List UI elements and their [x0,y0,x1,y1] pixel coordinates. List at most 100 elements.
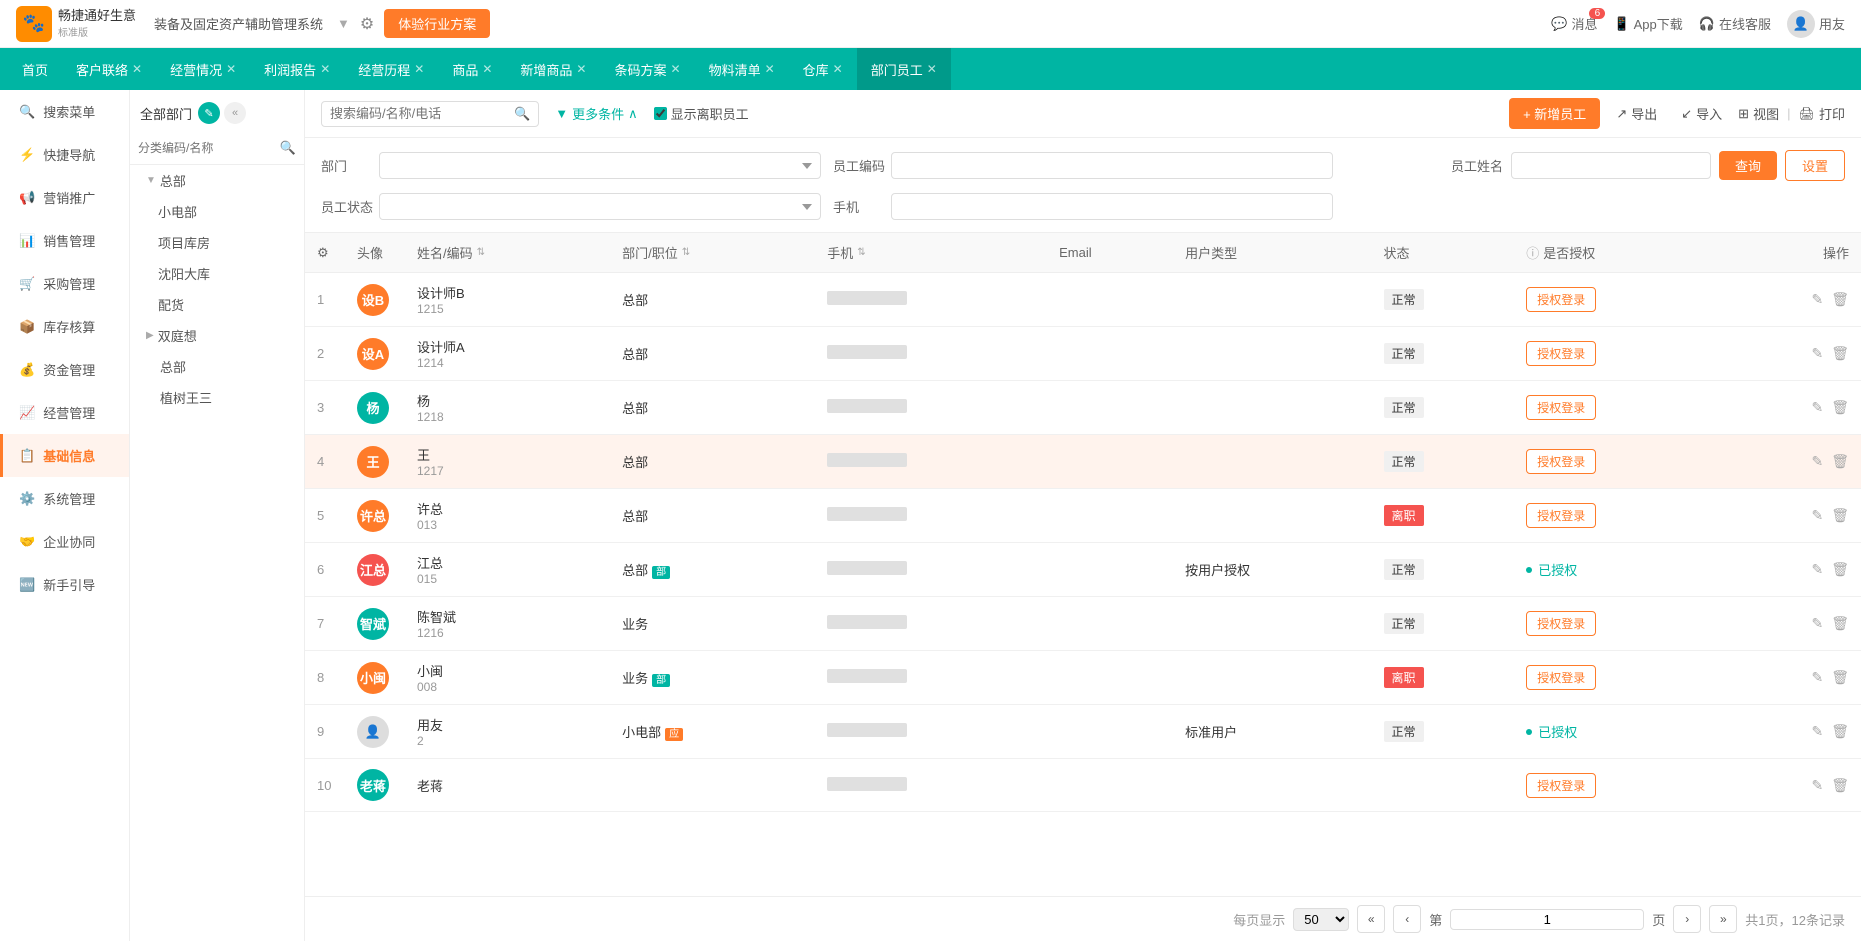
auth-login-button[interactable]: 授权登录 [1526,395,1596,420]
edit-button[interactable]: ✎ [1811,507,1823,524]
export-button[interactable]: ↗ 导出 [1608,100,1665,127]
nav-close-icon[interactable]: ✕ [671,62,681,76]
nav-item-home[interactable]: 首页 [8,48,62,90]
auth-login-button[interactable]: 授权登录 [1526,287,1596,312]
page-size-select[interactable]: 50 20 100 [1293,908,1349,931]
add-employee-button[interactable]: + 新增员工 [1509,98,1600,129]
delete-button[interactable]: 🗑 [1831,507,1849,524]
left-nav-basic-info[interactable]: 📋 基础信息 [0,434,129,477]
online-service-button[interactable]: 🎧 在线客服 [1699,14,1771,33]
edit-button[interactable]: ✎ [1811,615,1823,632]
delete-button[interactable]: 🗑 [1831,615,1849,632]
edit-button[interactable]: ✎ [1811,345,1823,362]
nav-close-icon[interactable]: ✕ [765,62,775,76]
edit-button[interactable]: ✎ [1811,399,1823,416]
nav-item-warehouse[interactable]: 仓库✕ [789,48,857,90]
filter-empname-input[interactable] [1511,152,1711,179]
edit-button[interactable]: ✎ [1811,453,1823,470]
trial-button[interactable]: 体验行业方案 [384,9,490,38]
dept-collapse-button[interactable]: « [224,102,246,124]
nav-close-icon[interactable]: ✕ [833,62,843,76]
nav-item-staff[interactable]: 部门员工✕ [857,48,951,90]
filter-status-select[interactable] [379,193,821,220]
dept-group-shuangting[interactable]: ▶ 双庭想 [130,320,304,351]
nav-item-goods[interactable]: 商品✕ [438,48,506,90]
nav-close-icon[interactable]: ✕ [132,62,142,76]
nav-close-icon[interactable]: ✕ [482,62,492,76]
nav-item-operation[interactable]: 经营情况✕ [156,48,250,90]
show-left-checkbox[interactable] [654,107,667,120]
edit-button[interactable]: ✎ [1811,669,1823,686]
auth-login-button[interactable]: 授权登录 [1526,341,1596,366]
delete-button[interactable]: 🗑 [1831,777,1849,794]
page-number-input[interactable] [1450,909,1644,930]
left-nav-search[interactable]: 🔍 搜索菜单 [0,90,129,133]
dept-group-zhishu[interactable]: 植树王三 [130,382,304,413]
delete-button[interactable]: 🗑 [1831,345,1849,362]
edit-button[interactable]: ✎ [1811,723,1823,740]
left-nav-system[interactable]: ⚙️ 系统管理 [0,477,129,520]
auth-login-button[interactable]: 授权登录 [1526,665,1596,690]
nav-item-customer[interactable]: 客户联络✕ [62,48,156,90]
filter-empcode-input[interactable] [891,152,1333,179]
delete-button[interactable]: 🗑 [1831,561,1849,578]
col-name[interactable]: 姓名/编码⇅ [405,233,610,273]
print-button[interactable]: 🖨 打印 [1798,104,1845,123]
col-phone[interactable]: 手机⇅ [815,233,1047,273]
left-nav-shortcut[interactable]: ⚡ 快捷导航 [0,133,129,176]
left-nav-finance[interactable]: 💰 资金管理 [0,348,129,391]
auth-login-button[interactable]: 授权登录 [1526,773,1596,798]
nav-item-history[interactable]: 经营历程✕ [344,48,438,90]
nav-close-icon[interactable]: ✕ [226,62,236,76]
dept-item-xiaodian[interactable]: 小电部 [142,196,304,227]
dept-item-shenyang[interactable]: 沈阳大库 [142,258,304,289]
nav-close-icon[interactable]: ✕ [576,62,586,76]
delete-button[interactable]: 🗑 [1831,723,1849,740]
nav-item-bom[interactable]: 物料清单✕ [695,48,789,90]
delete-button[interactable]: 🗑 [1831,291,1849,308]
left-nav-sales[interactable]: 📊 销售管理 [0,219,129,262]
nav-close-icon[interactable]: ✕ [320,62,330,76]
search-icon[interactable]: 🔍 [514,106,530,122]
last-page-button[interactable]: » [1709,905,1737,933]
auth-login-button[interactable]: 授权登录 [1526,449,1596,474]
first-page-button[interactable]: « [1357,905,1385,933]
dropdown-arrow-icon[interactable]: ▼ [337,16,350,31]
edit-button[interactable]: ✎ [1811,777,1823,794]
more-filters-button[interactable]: ▼ 更多条件 ∧ [547,100,645,127]
dept-item-project[interactable]: 项目库房 [142,227,304,258]
nav-close-icon[interactable]: ✕ [927,62,937,76]
dept-edit-button[interactable]: ✎ [198,102,220,124]
left-nav-purchase[interactable]: 🛒 采购管理 [0,262,129,305]
left-nav-guide[interactable]: 🆕 新手引导 [0,563,129,606]
col-settings[interactable]: ⚙ [305,233,345,273]
import-button[interactable]: ↙ 导入 [1673,100,1730,127]
auth-login-button[interactable]: 授权登录 [1526,503,1596,528]
delete-button[interactable]: 🗑 [1831,399,1849,416]
filter-dept-select[interactable] [379,152,821,179]
message-button[interactable]: 💬 消息 6 [1551,14,1597,33]
nav-item-barcode[interactable]: 条码方案✕ [600,48,694,90]
next-page-button[interactable]: › [1673,905,1701,933]
gear-icon[interactable]: ⚙ [360,14,374,34]
left-nav-inventory[interactable]: 📦 库存核算 [0,305,129,348]
user-menu-button[interactable]: 👤 用友 [1787,10,1845,38]
nav-item-addgoods[interactable]: 新增商品✕ [506,48,600,90]
set-button[interactable]: 设置 [1785,150,1845,181]
left-nav-business[interactable]: 📈 经营管理 [0,391,129,434]
nav-close-icon[interactable]: ✕ [414,62,424,76]
delete-button[interactable]: 🗑 [1831,669,1849,686]
dept-search-icon[interactable]: 🔍 [280,140,296,156]
edit-button[interactable]: ✎ [1811,291,1823,308]
auth-login-button[interactable]: 授权登录 [1526,611,1596,636]
dept-group-zongbu[interactable]: ▼ 总部 [130,165,304,196]
dept-group-zongbu2[interactable]: 总部 [130,351,304,382]
dept-search-input[interactable] [138,141,276,155]
nav-item-profit[interactable]: 利润报告✕ [250,48,344,90]
dept-item-peihuo[interactable]: 配货 [142,289,304,320]
delete-button[interactable]: 🗑 [1831,453,1849,470]
view-button[interactable]: ⊞ 视图 [1738,104,1779,123]
app-download-button[interactable]: 📱 App下载 [1613,14,1682,33]
query-button[interactable]: 查询 [1719,151,1777,180]
left-nav-cooperation[interactable]: 🤝 企业协同 [0,520,129,563]
